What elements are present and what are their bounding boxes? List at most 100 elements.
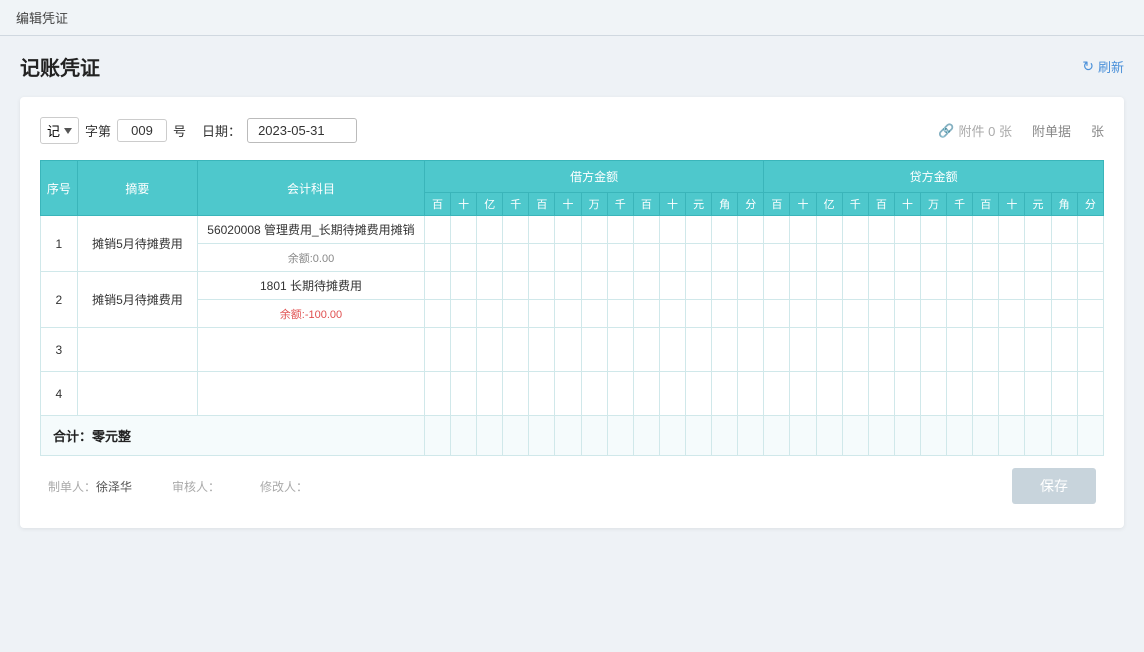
cell-c2-1-6[interactable]	[921, 300, 947, 328]
cell-d-1-9[interactable]	[659, 272, 685, 300]
cell-account-1[interactable]: 1801 长期待摊费用	[198, 272, 425, 300]
cell-c-3-1[interactable]	[790, 372, 816, 416]
cell-d2-0-6[interactable]	[581, 244, 607, 272]
cell-d-0-0[interactable]	[424, 216, 450, 244]
cell-c-3-4[interactable]	[868, 372, 894, 416]
cell-d2-1-1[interactable]	[451, 300, 477, 328]
cell-c-0-2[interactable]	[816, 216, 842, 244]
cell-c-3-11[interactable]	[1051, 372, 1077, 416]
cell-c-1-4[interactable]	[868, 272, 894, 300]
cell-c2-1-3[interactable]	[842, 300, 868, 328]
cell-d-3-8[interactable]	[633, 372, 659, 416]
cell-d-2-3[interactable]	[503, 328, 529, 372]
cell-c2-0-6[interactable]	[921, 244, 947, 272]
cell-c-0-10[interactable]	[1025, 216, 1051, 244]
cell-d-0-6[interactable]	[581, 216, 607, 244]
cell-c-0-5[interactable]	[894, 216, 920, 244]
cell-c-1-10[interactable]	[1025, 272, 1051, 300]
cell-d-0-5[interactable]	[555, 216, 581, 244]
cell-d2-0-4[interactable]	[529, 244, 555, 272]
cell-d2-0-7[interactable]	[607, 244, 633, 272]
cell-d-3-5[interactable]	[555, 372, 581, 416]
cell-d-2-5[interactable]	[555, 328, 581, 372]
cell-c-2-0[interactable]	[764, 328, 790, 372]
cell-c-0-7[interactable]	[947, 216, 973, 244]
cell-c2-1-11[interactable]	[1051, 300, 1077, 328]
cell-d2-0-5[interactable]	[555, 244, 581, 272]
cell-c-2-12[interactable]	[1077, 328, 1103, 372]
cell-d-1-0[interactable]	[424, 272, 450, 300]
cell-d-3-4[interactable]	[529, 372, 555, 416]
cell-d-0-7[interactable]	[607, 216, 633, 244]
cell-c-3-7[interactable]	[947, 372, 973, 416]
cell-c2-0-5[interactable]	[894, 244, 920, 272]
cell-summary-0[interactable]: 摊销5月待摊费用	[77, 216, 197, 272]
cell-c2-1-8[interactable]	[973, 300, 999, 328]
cell-c-0-12[interactable]	[1077, 216, 1103, 244]
cell-c-3-9[interactable]	[999, 372, 1025, 416]
cell-c-2-3[interactable]	[842, 328, 868, 372]
cell-c2-1-10[interactable]	[1025, 300, 1051, 328]
cell-d-1-3[interactable]	[503, 272, 529, 300]
cell-d-0-1[interactable]	[451, 216, 477, 244]
cell-c2-1-1[interactable]	[790, 300, 816, 328]
cell-c-3-10[interactable]	[1025, 372, 1051, 416]
cell-c2-1-0[interactable]	[764, 300, 790, 328]
cell-summary-3[interactable]	[77, 372, 197, 416]
cell-d-3-10[interactable]	[686, 372, 712, 416]
cell-c-0-4[interactable]	[868, 216, 894, 244]
cell-d2-1-9[interactable]	[659, 300, 685, 328]
cell-c2-1-4[interactable]	[868, 300, 894, 328]
cell-d-1-12[interactable]	[738, 272, 764, 300]
cell-c-0-1[interactable]	[790, 216, 816, 244]
cell-d-2-2[interactable]	[477, 328, 503, 372]
cell-c2-0-7[interactable]	[947, 244, 973, 272]
cell-d-0-2[interactable]	[477, 216, 503, 244]
cell-d2-1-8[interactable]	[633, 300, 659, 328]
cell-c-2-11[interactable]	[1051, 328, 1077, 372]
cell-d-1-5[interactable]	[555, 272, 581, 300]
cell-c-0-3[interactable]	[842, 216, 868, 244]
cell-c-1-2[interactable]	[816, 272, 842, 300]
cell-c-2-6[interactable]	[921, 328, 947, 372]
cell-d-0-12[interactable]	[738, 216, 764, 244]
cell-c-2-9[interactable]	[999, 328, 1025, 372]
cell-d2-1-0[interactable]	[424, 300, 450, 328]
cell-c-0-11[interactable]	[1051, 216, 1077, 244]
cell-d-1-11[interactable]	[712, 272, 738, 300]
cell-d2-0-9[interactable]	[659, 244, 685, 272]
cell-c-0-9[interactable]	[999, 216, 1025, 244]
refresh-button[interactable]: ↻ 刷新	[1082, 57, 1124, 76]
cell-c-1-1[interactable]	[790, 272, 816, 300]
cell-d2-1-11[interactable]	[712, 300, 738, 328]
cell-c2-0-3[interactable]	[842, 244, 868, 272]
cell-d-2-6[interactable]	[581, 328, 607, 372]
cell-d2-0-10[interactable]	[686, 244, 712, 272]
cell-c-1-8[interactable]	[973, 272, 999, 300]
cell-c-2-7[interactable]	[947, 328, 973, 372]
cell-c-2-10[interactable]	[1025, 328, 1051, 372]
cell-d-0-8[interactable]	[633, 216, 659, 244]
cell-d-2-1[interactable]	[451, 328, 477, 372]
cell-c-1-0[interactable]	[764, 272, 790, 300]
save-button[interactable]: 保存	[1012, 468, 1096, 504]
cell-c-3-12[interactable]	[1077, 372, 1103, 416]
cell-d-1-7[interactable]	[607, 272, 633, 300]
cell-d2-0-3[interactable]	[503, 244, 529, 272]
cell-d2-0-0[interactable]	[424, 244, 450, 272]
cell-d-3-2[interactable]	[477, 372, 503, 416]
cell-d2-0-11[interactable]	[712, 244, 738, 272]
cell-c-1-5[interactable]	[894, 272, 920, 300]
type-select[interactable]: 记	[40, 117, 79, 144]
cell-c2-0-1[interactable]	[790, 244, 816, 272]
cell-d-2-0[interactable]	[424, 328, 450, 372]
cell-d-1-1[interactable]	[451, 272, 477, 300]
cell-d-2-8[interactable]	[633, 328, 659, 372]
cell-d-1-10[interactable]	[686, 272, 712, 300]
cell-d2-1-5[interactable]	[555, 300, 581, 328]
cell-d2-1-4[interactable]	[529, 300, 555, 328]
cell-d-1-4[interactable]	[529, 272, 555, 300]
table-row[interactable]: 4	[41, 372, 1104, 416]
cell-c-0-6[interactable]	[921, 216, 947, 244]
cell-d2-1-2[interactable]	[477, 300, 503, 328]
